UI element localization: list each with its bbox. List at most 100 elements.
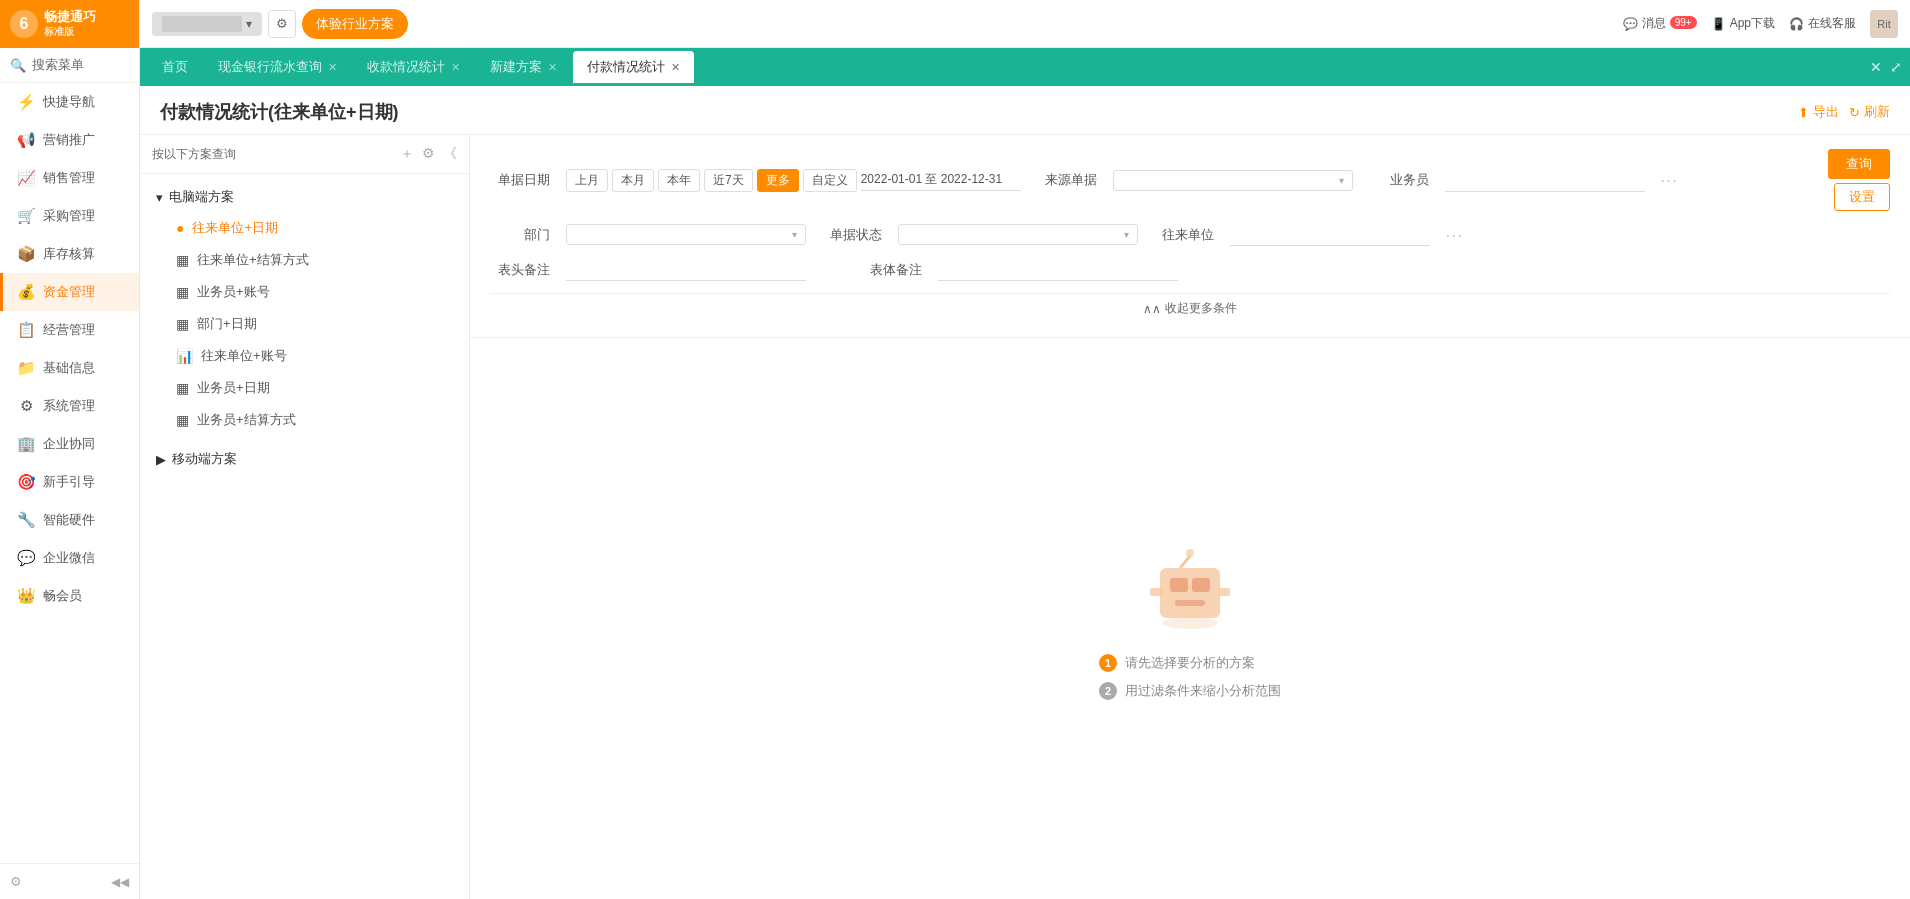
sidebar-item-purchase[interactable]: 🛒 采购管理 (0, 197, 139, 235)
message-icon: 💬 (1623, 17, 1638, 31)
online-support-btn[interactable]: 🎧 在线客服 (1789, 15, 1856, 32)
page-header: 付款情况统计(往来单位+日期) ⬆ 导出 ↻ 刷新 (140, 86, 1910, 135)
sidebar-item-quick-nav[interactable]: ⚡ 快捷导航 (0, 83, 139, 121)
desktop-scheme-section: ▾ 电脑端方案 ● 往来单位+日期 ▦ 往来单位+结算方式 ▦ 业务员+账号 ▦ (140, 174, 469, 444)
sales-icon: 📈 (17, 169, 35, 187)
sidebar-item-enterprise[interactable]: 🏢 企业协同 (0, 425, 139, 463)
preset-last-month[interactable]: 上月 (566, 169, 608, 192)
messages-btn[interactable]: 💬 消息 99 (1623, 15, 1697, 32)
search-menu[interactable]: 🔍 搜索菜单 (0, 48, 139, 83)
topbar-settings-btn[interactable]: ⚙ (268, 10, 296, 38)
tab-home[interactable]: 首页 (148, 51, 202, 83)
finance-icon: 💰 (17, 283, 35, 301)
preset-this-year[interactable]: 本年 (658, 169, 700, 192)
partner-input[interactable] (1230, 223, 1430, 246)
date-label: 单据日期 (490, 171, 550, 189)
sidebar-item-member[interactable]: 👑 畅会员 (0, 577, 139, 615)
sidebar-item-marketing[interactable]: 📢 营销推广 (0, 121, 139, 159)
preset-more[interactable]: 更多 (757, 169, 799, 192)
scheme-item-partner-payment[interactable]: ▦ 往来单位+结算方式 (140, 244, 469, 276)
tab-receipt-stats[interactable]: 收款情况统计 ✕ (353, 51, 474, 83)
tab-bank-flow-close[interactable]: ✕ (328, 61, 337, 74)
profile-text (162, 16, 242, 32)
sidebar-item-hardware[interactable]: 🔧 智能硬件 (0, 501, 139, 539)
staff-more-icon[interactable]: ··· (1661, 172, 1679, 188)
preset-custom[interactable]: 自定义 (803, 169, 857, 192)
user-avatar[interactable]: Rit (1870, 10, 1898, 38)
scheme-grid-icon-5: ▦ (176, 412, 189, 428)
scheme-grid-icon-3: ▦ (176, 316, 189, 332)
sidebar-item-wechat[interactable]: 💬 企业微信 (0, 539, 139, 577)
sidebar-item-basic-info[interactable]: 📁 基础信息 (0, 349, 139, 387)
tab-new-plan-close[interactable]: ✕ (548, 61, 557, 74)
query-button[interactable]: 查询 (1828, 149, 1890, 179)
app-download-btn[interactable]: 📱 App下载 (1711, 15, 1775, 32)
header-note-input[interactable] (566, 258, 806, 281)
collapse-filter-btn[interactable]: ∧∧ 收起更多条件 (490, 293, 1890, 323)
partner-more-icon[interactable]: ··· (1446, 227, 1464, 243)
svg-rect-3 (1175, 600, 1205, 606)
collapse-icon: ∧∧ (1143, 302, 1161, 316)
order-status-select[interactable]: ▾ (898, 224, 1138, 245)
scheme-item-staff-account[interactable]: ▦ 业务员+账号 (140, 276, 469, 308)
mobile-scheme-toggle[interactable]: ▶ 移动端方案 (140, 444, 469, 474)
scheme-collapse-icon[interactable]: 《 (443, 145, 457, 163)
support-icon: 🎧 (1789, 17, 1804, 31)
export-icon: ⬆ (1798, 105, 1809, 120)
source-dropdown-icon: ▾ (1339, 175, 1344, 186)
body-note-input[interactable] (938, 258, 1178, 281)
scheme-item-dept-date[interactable]: ▦ 部门+日期 (140, 308, 469, 340)
scheme-item-partner-account[interactable]: 📊 往来单位+账号 (140, 340, 469, 372)
page-title: 付款情况统计(往来单位+日期) (160, 100, 399, 124)
status-dropdown-icon: ▾ (1124, 229, 1129, 240)
preset-this-month[interactable]: 本月 (612, 169, 654, 192)
scheme-add-icon[interactable]: ＋ (400, 145, 414, 163)
header-note-label: 表头备注 (490, 261, 550, 279)
tab-bar: 首页 现金银行流水查询 ✕ 收款情况统计 ✕ 新建方案 ✕ 付款情况统计 ✕ ✕… (140, 48, 1910, 86)
source-select[interactable]: ▾ (1113, 170, 1353, 191)
tab-receipt-stats-close[interactable]: ✕ (451, 61, 460, 74)
sidebar-item-finance[interactable]: 💰 资金管理 (0, 273, 139, 311)
tab-payment-stats-close[interactable]: ✕ (671, 61, 680, 74)
empty-state-illustration (1130, 538, 1250, 638)
sidebar: 6 畅捷通巧 标准版 🔍 搜索菜单 ⚡ 快捷导航 📢 营销推广 📈 销售管理 🛒… (0, 0, 140, 899)
page-actions: ⬆ 导出 ↻ 刷新 (1798, 103, 1890, 121)
staff-input[interactable] (1445, 169, 1645, 192)
sidebar-item-inventory[interactable]: 📦 库存核算 (0, 235, 139, 273)
desktop-chevron-icon: ▾ (156, 190, 163, 205)
trial-button[interactable]: 体验行业方案 (302, 9, 408, 39)
dept-select[interactable]: ▾ (566, 224, 806, 245)
sidebar-nav: ⚡ 快捷导航 📢 营销推广 📈 销售管理 🛒 采购管理 📦 库存核算 💰 资金管… (0, 83, 139, 863)
sidebar-item-system[interactable]: ⚙ 系统管理 (0, 387, 139, 425)
tab-expand-icon[interactable]: ⤢ (1890, 59, 1902, 75)
filter-row-2: 部门 ▾ 单据状态 ▾ 往来单位 ··· (490, 223, 1890, 246)
scheme-item-partner-date[interactable]: ● 往来单位+日期 (140, 212, 469, 244)
sidebar-item-guide[interactable]: 🎯 新手引导 (0, 463, 139, 501)
sidebar-item-operations[interactable]: 📋 经营管理 (0, 311, 139, 349)
export-button[interactable]: ⬆ 导出 (1798, 103, 1839, 121)
scheme-item-staff-date[interactable]: ▦ 业务员+日期 (140, 372, 469, 404)
svg-rect-5 (1218, 588, 1230, 596)
inventory-icon: 📦 (17, 245, 35, 263)
hint-number-2: 2 (1099, 682, 1117, 700)
sidebar-item-sales[interactable]: 📈 销售管理 (0, 159, 139, 197)
scheme-settings-icon[interactable]: ⚙ (422, 145, 435, 163)
desktop-scheme-toggle[interactable]: ▾ 电脑端方案 (140, 182, 469, 212)
tab-new-plan[interactable]: 新建方案 ✕ (476, 51, 571, 83)
preset-last-7-days[interactable]: 近7天 (704, 169, 753, 192)
enterprise-icon: 🏢 (17, 435, 35, 453)
settings-button[interactable]: 设置 (1834, 183, 1890, 211)
scheme-active-icon: ● (176, 220, 184, 236)
scheme-grid-icon-1: ▦ (176, 252, 189, 268)
left-panel-header: 按以下方案查询 ＋ ⚙ 《 (140, 135, 469, 174)
footer-settings-icon[interactable]: ⚙ (10, 874, 22, 889)
profile-selector[interactable]: ▾ (152, 12, 262, 36)
empty-hints: 1 请先选择要分析的方案 2 用过滤条件来缩小分析范围 (1099, 654, 1281, 700)
sidebar-collapse-button[interactable]: ◀◀ (111, 875, 129, 889)
tab-close-all-icon[interactable]: ✕ (1870, 59, 1882, 75)
scheme-item-staff-payment[interactable]: ▦ 业务员+结算方式 (140, 404, 469, 436)
refresh-button[interactable]: ↻ 刷新 (1849, 103, 1890, 121)
tab-bank-flow[interactable]: 现金银行流水查询 ✕ (204, 51, 351, 83)
empty-hint-1: 1 请先选择要分析的方案 (1099, 654, 1281, 672)
tab-payment-stats[interactable]: 付款情况统计 ✕ (573, 51, 694, 83)
